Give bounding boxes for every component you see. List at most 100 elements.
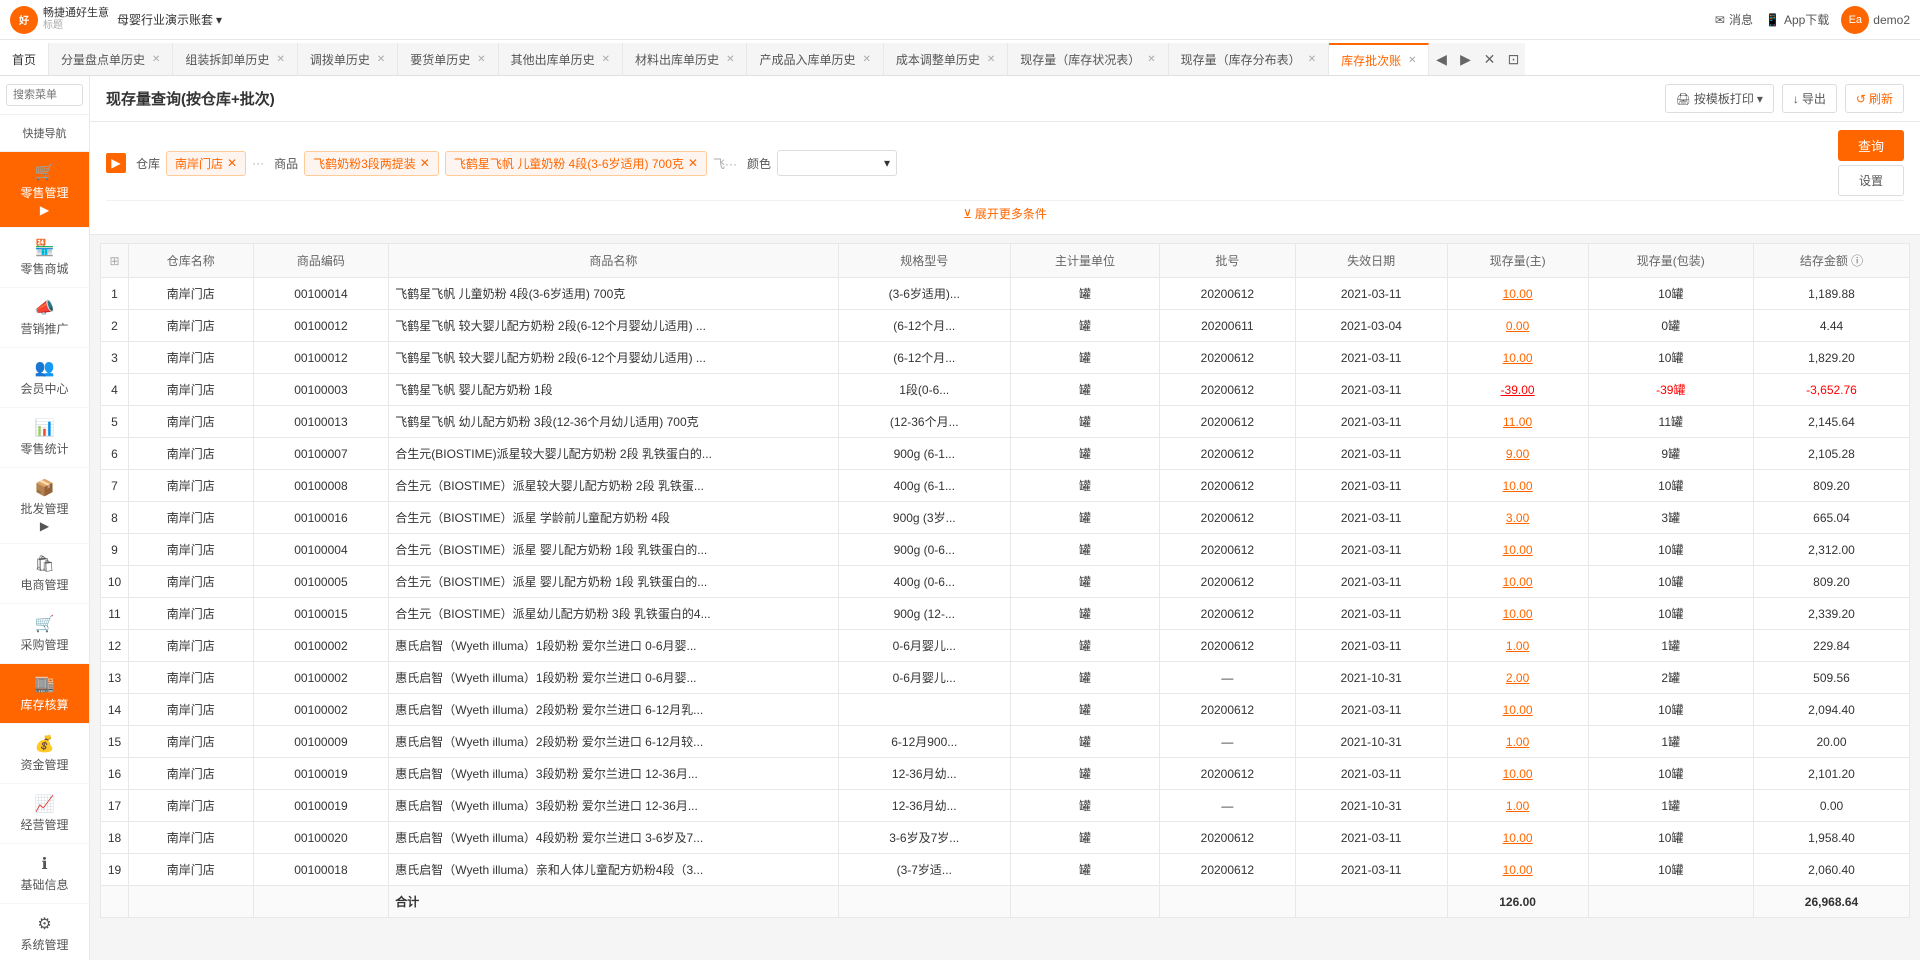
sidebar-item-ecommerce[interactable]: 🛍 电商管理: [0, 544, 89, 604]
sidebar-search-area: [0, 76, 89, 115]
tab-diaobao[interactable]: 调拨单历史✕: [298, 43, 398, 75]
sidebar-item-label-inventory: 库存核算: [20, 696, 68, 713]
export-button[interactable]: ↓ 导出: [1782, 84, 1837, 113]
tab-home[interactable]: 首页: [0, 43, 49, 75]
color-filter: 颜色 ▾: [747, 150, 897, 176]
refresh-icon: ↺: [1856, 92, 1866, 106]
filter-expand-btn[interactable]: ▶: [106, 153, 126, 173]
table-row: 8 南岸门店 00100016 合生元（BIOSTIME）派星 学龄前儿童配方奶…: [101, 502, 1910, 534]
sidebar-item-marketing[interactable]: 📣 营销推广: [0, 288, 89, 348]
tab-xiancun2[interactable]: 现存量（库存分布表）✕: [1169, 43, 1329, 75]
sidebar-quick-nav: 快捷导航: [0, 115, 89, 152]
content-area: 现存量查询(按仓库+批次) 🖨 按模板打印 ▾ ↓ 导出 ↺ 刷新: [90, 76, 1920, 960]
app-download-button[interactable]: 📱 App下载: [1765, 11, 1829, 28]
tab-cailiao[interactable]: 材料出库单历史✕: [623, 43, 747, 75]
product-tag-1[interactable]: 飞鹤奶粉3段两提装 ✕: [304, 151, 439, 176]
tab-zuzhuang[interactable]: 组装拆卸单历史✕: [173, 43, 297, 75]
top-bar-right: ✉ 消息 📱 App下载 Ea demo2: [1715, 6, 1910, 34]
logo-icon: 好: [10, 6, 38, 34]
tab-xiancun1[interactable]: 现存量（库存状况表）✕: [1008, 43, 1168, 75]
tab-chanpin[interactable]: 产成品入库单历史✕: [747, 43, 883, 75]
member-icon: 👥: [35, 358, 55, 378]
tab-kucun-pici[interactable]: 库存批次账✕: [1329, 43, 1429, 75]
inventory-table: ⊞ 仓库名称 商品编码 商品名称 规格型号 主计量单位 批号 失效日期 现存量(…: [100, 243, 1910, 918]
warehouse-more[interactable]: ···: [252, 156, 264, 170]
wholesale-icon: 📦: [35, 478, 55, 498]
tab-chengben[interactable]: 成本调整单历史✕: [884, 43, 1008, 75]
print-chevron-icon: ▾: [1757, 92, 1763, 106]
col-stock-pkg-header: 现存量(包装): [1588, 244, 1753, 278]
sidebar-item-label-wholesale: 批发管理: [20, 500, 68, 517]
sidebar-item-member[interactable]: 👥 会员中心: [0, 348, 89, 408]
operation-icon: 📈: [35, 794, 55, 814]
sidebar-item-label-marketing: 营销推广: [20, 320, 68, 337]
expand-conditions-btn[interactable]: ⊻ 展开更多条件: [963, 205, 1047, 222]
sidebar-item-label-system: 系统管理: [20, 936, 68, 953]
tab-bar: 首页 分量盘点单历史✕ 组装拆卸单历史✕ 调拨单历史✕ 要货单历史✕ 其他出库单…: [0, 40, 1920, 76]
search-input[interactable]: [6, 84, 83, 106]
logo-text: 畅捷通好生意 标题: [43, 7, 109, 32]
tab-close-btn[interactable]: ✕: [1477, 43, 1501, 75]
sidebar-item-label-finance: 资金管理: [20, 756, 68, 773]
filter-row: ▶ 仓库 南岸门店 ✕ ··· 商品 飞鹤奶粉3段两提装 ✕: [106, 130, 1904, 196]
sidebar-item-basic[interactable]: ℹ 基础信息: [0, 844, 89, 904]
print-button[interactable]: 🖨 按模板打印 ▾: [1665, 84, 1774, 113]
table-row: 1 南岸门店 00100014 飞鹤星飞帆 儿童奶粉 4段(3-6岁适用) 70…: [101, 278, 1910, 310]
tab-chuku[interactable]: 其他出库单历史✕: [499, 43, 623, 75]
sidebar-item-finance[interactable]: 💰 资金管理: [0, 724, 89, 784]
product-tag-2[interactable]: 飞鹤星飞帆 儿童奶粉 4段(3-6岁适用) 700克 ✕: [445, 151, 707, 176]
table-row: 5 南岸门店 00100013 飞鹤星飞帆 幼儿配方奶粉 3段(12-36个月幼…: [101, 406, 1910, 438]
retail-icon: 🛒: [35, 162, 55, 182]
messages-button[interactable]: ✉ 消息: [1715, 11, 1753, 28]
tab-yaohuo[interactable]: 要货单历史✕: [398, 43, 498, 75]
product-more[interactable]: 飞···: [713, 155, 737, 172]
sidebar-item-label-retail-stat: 零售统计: [20, 440, 68, 457]
product-tag-2-close[interactable]: ✕: [688, 156, 698, 170]
tab-next-btn[interactable]: ▶: [1453, 43, 1477, 75]
sidebar-item-retail-stat[interactable]: 📊 零售统计: [0, 408, 89, 468]
table-row: 10 南岸门店 00100005 合生元（BIOSTIME）派星 婴儿配方奶粉 …: [101, 566, 1910, 598]
sidebar-item-retail[interactable]: 🛒 零售管理 ▶: [0, 152, 89, 228]
workspace-selector[interactable]: 母婴行业演示账套 ▾: [117, 11, 222, 28]
main-layout: 快捷导航 🛒 零售管理 ▶ 🏪 零售商城 📣 营销推广 👥 会员中心 📊 零售统…: [0, 76, 1920, 960]
warehouse-tag-close[interactable]: ✕: [227, 156, 237, 170]
arrow-icon2: ▶: [40, 519, 49, 533]
warehouse-filter: 仓库 南岸门店 ✕ ···: [136, 151, 264, 176]
sidebar-quick-nav-item[interactable]: 快捷导航: [0, 119, 89, 147]
expand-icon: ⊻: [963, 207, 972, 221]
sidebar-item-retail-shop[interactable]: 🏪 零售商城: [0, 228, 89, 288]
table-row: 14 南岸门店 00100002 惠氏启智（Wyeth illuma）2段奶粉 …: [101, 694, 1910, 726]
tab-fenpan[interactable]: 分量盘点单历史✕: [49, 43, 173, 75]
sidebar-item-label-ecommerce: 电商管理: [20, 576, 68, 593]
query-button[interactable]: 查询: [1838, 130, 1904, 161]
table-container[interactable]: ⊞ 仓库名称 商品编码 商品名称 规格型号 主计量单位 批号 失效日期 现存量(…: [90, 235, 1920, 960]
tab-more-btn[interactable]: ⊡: [1501, 43, 1525, 75]
col-settings-icon[interactable]: ⊞: [109, 254, 119, 268]
shop-icon: 🏪: [35, 238, 55, 258]
warehouse-label: 仓库: [136, 155, 160, 172]
header-actions: 🖨 按模板打印 ▾ ↓ 导出 ↺ 刷新: [1665, 84, 1904, 113]
message-icon: ✉: [1715, 13, 1725, 27]
table-row: 12 南岸门店 00100002 惠氏启智（Wyeth illuma）1段奶粉 …: [101, 630, 1910, 662]
warehouse-tag[interactable]: 南岸门店 ✕: [166, 151, 246, 176]
sidebar-item-wholesale[interactable]: 📦 批发管理 ▶: [0, 468, 89, 544]
sidebar-item-system[interactable]: ⚙ 系统管理: [0, 904, 89, 960]
table-row: 18 南岸门店 00100020 惠氏启智（Wyeth illuma）4段奶粉 …: [101, 822, 1910, 854]
color-input[interactable]: ▾: [777, 150, 897, 176]
user-area[interactable]: Ea demo2: [1841, 6, 1910, 34]
col-warehouse-header: 仓库名称: [129, 244, 254, 278]
product-tag-1-close[interactable]: ✕: [420, 156, 430, 170]
tab-prev-btn[interactable]: ◀: [1429, 43, 1453, 75]
sidebar-item-label-purchase: 采购管理: [20, 636, 68, 653]
sidebar-item-purchase[interactable]: 🛒 采购管理: [0, 604, 89, 664]
sidebar-item-operation[interactable]: 📈 经营管理: [0, 784, 89, 844]
expand-row: ⊻ 展开更多条件: [106, 200, 1904, 226]
sidebar-item-inventory[interactable]: 🏬 库存核算: [0, 664, 89, 724]
table-row: 17 南岸门店 00100019 惠氏启智（Wyeth illuma）3段奶粉 …: [101, 790, 1910, 822]
col-settings-header[interactable]: ⊞: [101, 244, 129, 278]
summary-row: 合计 126.00 26,968.64: [101, 886, 1910, 918]
col-unit-header: 主计量单位: [1010, 244, 1159, 278]
refresh-button[interactable]: ↺ 刷新: [1845, 84, 1904, 113]
table-row: 9 南岸门店 00100004 合生元（BIOSTIME）派星 婴儿配方奶粉 1…: [101, 534, 1910, 566]
settings-button[interactable]: 设置: [1838, 165, 1904, 196]
